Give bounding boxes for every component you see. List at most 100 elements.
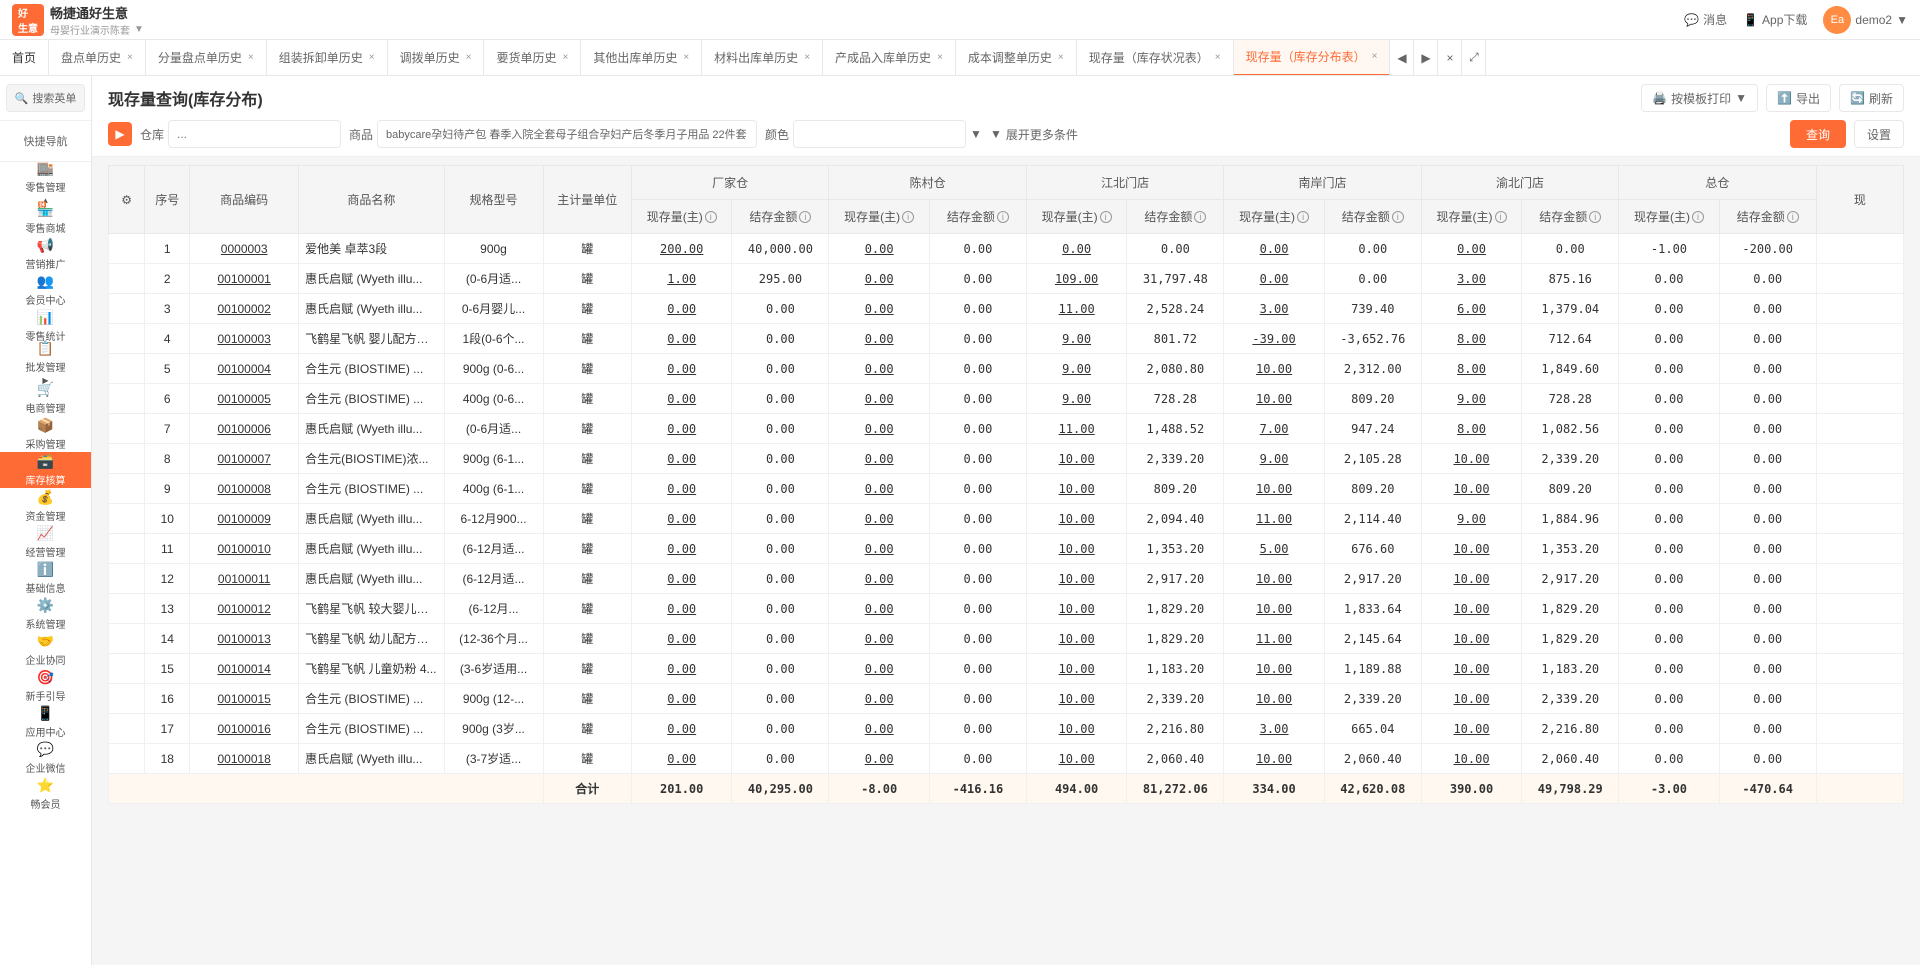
tab-close-all-btn[interactable]: × [1438, 40, 1462, 76]
table-row: 1600100015合生元 (BIOSTIME) ...900g (12-...… [109, 684, 1904, 714]
sidebar-menu: 🏬 零售管理 ▲ 🏪 零售商城 📢 营销推广 👥 会员中心 📊 零售统计 [0, 162, 91, 965]
quick-nav-item[interactable]: 快捷导航 [0, 125, 91, 157]
th-tot-amt: 结存金额i [1719, 200, 1816, 234]
table-row: 900100008合生元 (BIOSTIME) ...400g (6-1...罐… [109, 474, 1904, 504]
sidebar-item-finance[interactable]: 💰 资金管理 [0, 488, 91, 524]
tab-close-4[interactable]: × [466, 52, 472, 63]
w1-qty-info-icon[interactable]: i [705, 211, 717, 223]
tot-amt-info-icon[interactable]: i [1787, 211, 1799, 223]
color-input[interactable] [793, 120, 966, 148]
tab-close-6[interactable]: × [683, 52, 689, 63]
w3-amt-info-icon[interactable]: i [1194, 211, 1206, 223]
phone-icon: 📱 [1743, 13, 1758, 27]
main-layout: 🔍 搜索英单 快捷导航 🏬 零售管理 ▲ 🏪 零售商城 📢 营销推广 👥 [0, 76, 1920, 965]
tab-11-active[interactable]: 现存量（库存分布表） × [1234, 40, 1391, 76]
th-w5-qty: 现存量(主)i [1421, 200, 1522, 234]
w2-amt-info-icon[interactable]: i [997, 211, 1009, 223]
w1-amt-info-icon[interactable]: i [799, 211, 811, 223]
tab-close-5[interactable]: × [562, 52, 568, 63]
table-row: 300100002惠氏启赋 (Wyeth illu...0-6月婴儿...罐0.… [109, 294, 1904, 324]
sidebar-item-inventory[interactable]: 🗃️ 库存核算 [0, 452, 91, 488]
print-icon: 🖨️ [1652, 91, 1667, 105]
refresh-btn[interactable]: 🔄 刷新 [1839, 84, 1904, 112]
page-header: 现存量查询(库存分布) 🖨️ 按模板打印 ▼ ⬆️ 导出 🔄 刷新 [92, 76, 1920, 112]
sidebar-search: 🔍 搜索英单 [0, 76, 91, 121]
tab-close-1[interactable]: × [127, 52, 133, 63]
sidebar-item-collab[interactable]: 🤝 企业协同 [0, 632, 91, 668]
tab-close-10[interactable]: × [1215, 52, 1221, 63]
sidebar-item-guide[interactable]: 🎯 新手引导 [0, 668, 91, 704]
tab-10[interactable]: 现存量（库存状况表） × [1077, 40, 1234, 76]
sidebar-item-purchase[interactable]: 📦 采购管理 [0, 416, 91, 452]
app-download-btn[interactable]: 📱 App下载 [1743, 11, 1807, 28]
sidebar-item-marketing[interactable]: 📢 营销推广 [0, 236, 91, 272]
w5-amt-info-icon[interactable]: i [1589, 211, 1601, 223]
sidebar-item-member[interactable]: 👥 会员中心 [0, 272, 91, 308]
avatar: Ea [1823, 6, 1851, 34]
tab-home[interactable]: 首页 [0, 40, 49, 76]
sidebar-item-ecommerce[interactable]: 🛒 电商管理 [0, 380, 91, 416]
basic-info-icon: ℹ️ [37, 561, 54, 578]
tab-close-8[interactable]: × [937, 52, 943, 63]
th-w4-amt: 结存金额i [1324, 200, 1421, 234]
tab-close-9[interactable]: × [1058, 52, 1064, 63]
tab-close-7[interactable]: × [804, 52, 810, 63]
tab-1[interactable]: 盘点单历史 × [49, 40, 146, 76]
query-btn[interactable]: 查询 [1790, 120, 1846, 148]
sidebar-item-wechat[interactable]: 💬 企业微信 [0, 740, 91, 776]
sidebar-item-retail-mall[interactable]: 🏪 零售商城 [0, 200, 91, 236]
tab-3[interactable]: 组装拆卸单历史 × [267, 40, 388, 76]
operations-icon: 📈 [37, 525, 54, 542]
tab-2[interactable]: 分量盘点单历史 × [146, 40, 267, 76]
tab-expand-btn[interactable]: ⤢ [1462, 40, 1486, 76]
tab-close-3[interactable]: × [369, 52, 375, 63]
table-container[interactable]: ⚙ 序号 商品编码 商品名称 规格型号 主计量单位 厂家仓 陈村仓 江北门店 南… [92, 157, 1920, 965]
tab-5[interactable]: 要货单历史 × [484, 40, 581, 76]
search-icon: 🔍 [15, 92, 29, 105]
goods-input[interactable] [377, 120, 757, 148]
sidebar-item-operations[interactable]: 📈 经营管理 [0, 524, 91, 560]
export-btn[interactable]: ⬆️ 导出 [1766, 84, 1831, 112]
ecommerce-icon: 🛒 [37, 381, 54, 398]
tot-qty-info-icon[interactable]: i [1692, 211, 1704, 223]
sidebar-item-member2[interactable]: ⭐ 畅会员 [0, 776, 91, 812]
sidebar-item-retail-mgmt[interactable]: 🏬 零售管理 ▲ [0, 164, 91, 200]
tab-9[interactable]: 成本调整单历史 × [956, 40, 1077, 76]
sidebar-item-app-center[interactable]: 📱 应用中心 [0, 704, 91, 740]
tab-7[interactable]: 材料出库单历史 × [702, 40, 823, 76]
w4-amt-info-icon[interactable]: i [1392, 211, 1404, 223]
th-current: 现 [1816, 166, 1903, 234]
tab-4[interactable]: 调拨单历史 × [388, 40, 485, 76]
w5-qty-info-icon[interactable]: i [1495, 211, 1507, 223]
tab-close-2[interactable]: × [248, 52, 254, 63]
sidebar-item-system[interactable]: ⚙️ 系统管理 [0, 596, 91, 632]
sidebar-item-wholesale[interactable]: 📋 批发管理 ▶ [0, 344, 91, 380]
table-row: 1400100013飞鹤星飞帆 幼儿配方奶...(12-36个月...罐0.00… [109, 624, 1904, 654]
tab-6[interactable]: 其他出库单历史 × [581, 40, 702, 76]
warehouse-input[interactable] [168, 120, 341, 148]
tab-next-btn[interactable]: ▶ [1414, 40, 1438, 76]
filter-toggle-btn[interactable]: ▶ [108, 122, 132, 146]
w4-qty-info-icon[interactable]: i [1297, 211, 1309, 223]
table-row: 1500100014飞鹤星飞帆 儿童奶粉 4...(3-6岁适用...罐0.00… [109, 654, 1904, 684]
th-w3-qty: 现存量(主)i [1026, 200, 1127, 234]
sidebar-item-basic-info[interactable]: ℹ️ 基础信息 [0, 560, 91, 596]
tab-prev-btn[interactable]: ◀ [1390, 40, 1414, 76]
th-settings[interactable]: ⚙ [109, 166, 145, 234]
print-btn[interactable]: 🖨️ 按模板打印 ▼ [1641, 84, 1758, 112]
tab-close-11[interactable]: × [1372, 51, 1378, 62]
table-row: 1200100011惠氏启赋 (Wyeth illu...(6-12月适...罐… [109, 564, 1904, 594]
app-center-icon: 📱 [37, 705, 54, 722]
search-btn[interactable]: 🔍 搜索英单 [6, 84, 85, 112]
message-btn[interactable]: 💬 消息 [1684, 11, 1727, 28]
summary-row: 合计201.0040,295.00-8.00-416.16494.0081,27… [109, 774, 1904, 804]
setting-btn[interactable]: 设置 [1854, 120, 1904, 148]
expand-filter-btn[interactable]: ▼ 展开更多条件 [990, 126, 1078, 143]
th-tot-qty: 现存量(主)i [1619, 200, 1720, 234]
user-area[interactable]: Ea demo2 ▼ [1823, 6, 1908, 34]
w2-qty-info-icon[interactable]: i [902, 211, 914, 223]
th-unit: 主计量单位 [543, 166, 631, 234]
w3-qty-info-icon[interactable]: i [1100, 211, 1112, 223]
wechat-icon: 💬 [37, 741, 54, 758]
tab-8[interactable]: 产成品入库单历史 × [823, 40, 956, 76]
